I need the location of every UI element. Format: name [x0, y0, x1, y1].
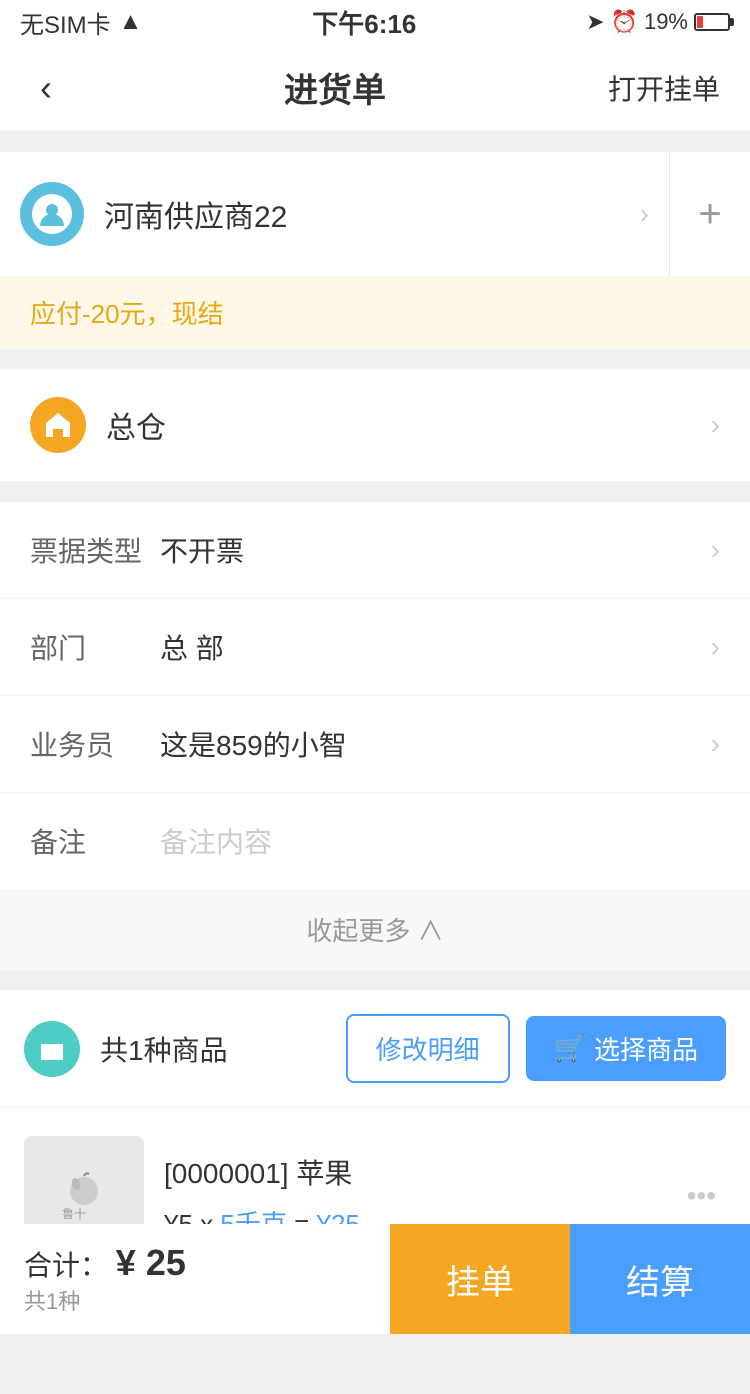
salesperson-chevron-icon: › [711, 728, 720, 760]
supplier-selector[interactable]: 河南供应商22 › [0, 152, 670, 276]
warehouse-name: 总仓 [106, 403, 701, 447]
warehouse-chevron-icon: › [711, 409, 720, 441]
supplier-avatar [20, 182, 84, 246]
nav-bar: ‹ 进货单 打开挂单 [0, 44, 750, 132]
footer-total-area: 合计： ¥ 25 共1种 [0, 1224, 390, 1334]
add-supplier-button[interactable]: + [670, 152, 750, 276]
notice-banner: 应付-20元，现结 [0, 276, 750, 349]
product-icon [24, 1021, 80, 1077]
alarm-icon: ⏰ [611, 9, 638, 35]
collapse-button[interactable]: 收起更多 ∧ [0, 889, 750, 970]
product-header: 共1种商品 修改明细 🛒 选择商品 [0, 990, 750, 1107]
location-icon: ➤ [586, 9, 604, 35]
salesperson-row[interactable]: 业务员 这是859的小智 › [0, 696, 750, 793]
warehouse-section[interactable]: 总仓 › [0, 369, 750, 482]
product-more-button[interactable]: ••• [677, 1170, 726, 1222]
hang-order-button[interactable]: 挂单 [390, 1224, 570, 1334]
edit-detail-button[interactable]: 修改明细 [346, 1014, 510, 1083]
salesperson-label: 业务员 [30, 724, 160, 764]
department-value: 总 部 [160, 627, 701, 667]
page-title: 进货单 [284, 63, 386, 112]
open-hang-button[interactable]: 打开挂单 [608, 68, 720, 108]
status-left: 无SIM卡 ▲ [20, 5, 142, 40]
invoice-type-chevron-icon: › [711, 534, 720, 566]
collapse-label: 收起更多 ∧ [306, 911, 443, 948]
invoice-type-value: 不开票 [160, 530, 701, 570]
wifi-icon: ▲ [119, 8, 143, 36]
checkout-label: 结算 [626, 1255, 694, 1304]
invoice-type-label: 票据类型 [30, 530, 160, 570]
product-count: 共1种商品 [100, 1029, 346, 1069]
svg-text:鲁十: 鲁十 [62, 1207, 86, 1221]
battery-icon [694, 13, 730, 31]
status-time: 下午6:16 [312, 4, 416, 41]
avatar-icon [32, 194, 72, 234]
remark-label: 备注 [30, 821, 160, 861]
department-chevron-icon: › [711, 631, 720, 663]
battery-text: 19% [644, 9, 688, 35]
select-product-button[interactable]: 🛒 选择商品 [526, 1016, 726, 1081]
footer-total-label: 合计： [24, 1250, 108, 1281]
checkout-button[interactable]: 结算 [570, 1224, 750, 1334]
remark-row[interactable]: 备注 备注内容 [0, 793, 750, 889]
invoice-type-row[interactable]: 票据类型 不开票 › [0, 502, 750, 599]
footer-sub-label: 共1种 [24, 1284, 366, 1316]
supplier-section: 河南供应商22 › + [0, 152, 750, 276]
footer: 合计： ¥ 25 共1种 挂单 结算 [0, 1224, 750, 1334]
select-product-label: 选择商品 [594, 1030, 698, 1067]
chevron-right-icon: › [640, 198, 649, 230]
warehouse-icon [30, 397, 86, 453]
divider-1 [0, 132, 750, 152]
salesperson-value: 这是859的小智 [160, 724, 701, 764]
product-name: [0000001] 苹果 [164, 1152, 657, 1192]
cart-icon: 🛒 [554, 1033, 586, 1064]
department-label: 部门 [30, 627, 160, 667]
back-button[interactable]: ‹ [30, 57, 62, 119]
remark-value: 备注内容 [160, 821, 720, 861]
footer-total-amount: ¥ 25 [116, 1242, 186, 1283]
supplier-name: 河南供应商22 [104, 192, 630, 236]
hang-order-label: 挂单 [446, 1255, 514, 1304]
form-section: 票据类型 不开票 › 部门 总 部 › 业务员 这是859的小智 › 备注 备注… [0, 502, 750, 889]
footer-total-row: 合计： ¥ 25 [24, 1242, 366, 1284]
status-right: ➤ ⏰ 19% [586, 9, 730, 35]
carrier-text: 无SIM卡 [20, 5, 111, 40]
status-bar: 无SIM卡 ▲ 下午6:16 ➤ ⏰ 19% [0, 0, 750, 44]
department-row[interactable]: 部门 总 部 › [0, 599, 750, 696]
